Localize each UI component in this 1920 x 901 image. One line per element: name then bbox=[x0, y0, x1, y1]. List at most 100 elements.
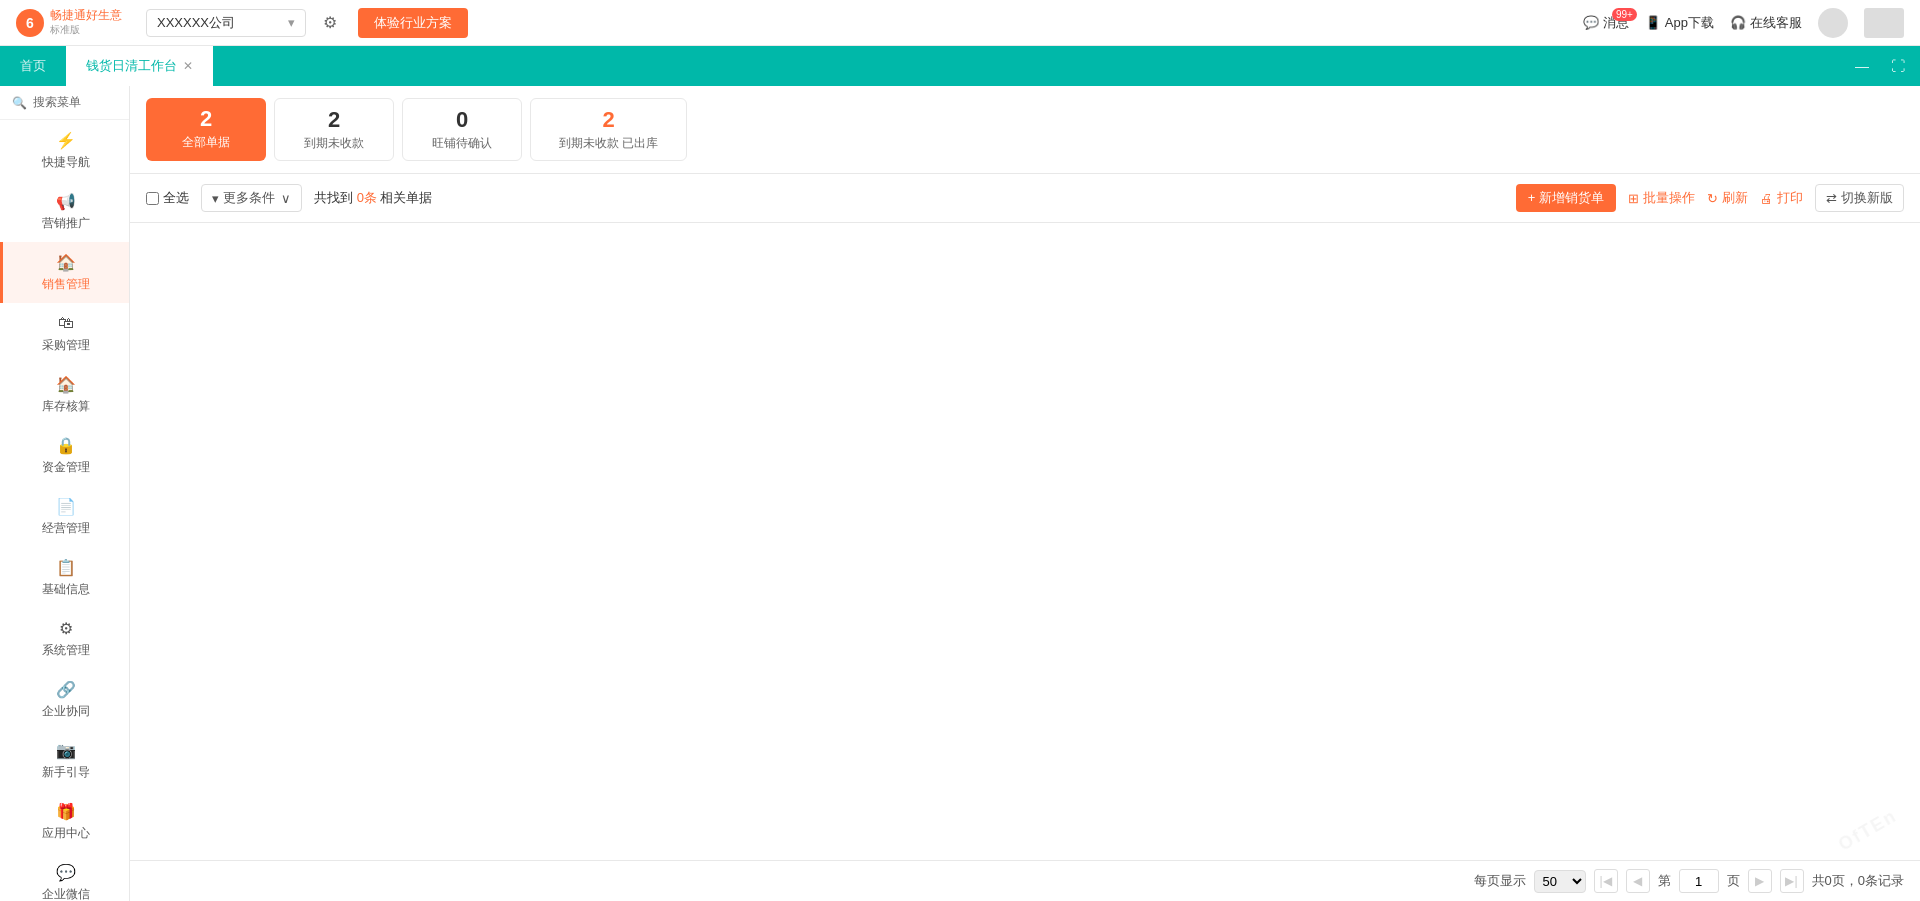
filter-icon: ▾ bbox=[212, 191, 219, 206]
sidebar-item-sales[interactable]: 🏠 销售管理 bbox=[0, 242, 129, 303]
message-btn[interactable]: 💬 消息 99+ bbox=[1583, 14, 1629, 32]
pagination-bar: 每页显示 50 20 100 |◀ ◀ 第 页 ▶ ▶| 共0页，0条记录 bbox=[130, 860, 1920, 901]
sidebar-item-finance[interactable]: 🔒 资金管理 bbox=[0, 425, 129, 486]
sales-icon: 🏠 bbox=[56, 252, 76, 272]
card-shipped-number: 2 bbox=[603, 107, 615, 133]
sidebar-item-base-info[interactable]: 📋 基础信息 bbox=[0, 547, 129, 608]
company-selector[interactable]: XXXXXX公司 ▾ bbox=[146, 9, 306, 37]
card-overdue-number: 2 bbox=[328, 107, 340, 133]
first-page-btn[interactable]: |◀ bbox=[1594, 869, 1618, 893]
sidebar-item-beginner[interactable]: 📷 新手引导 bbox=[0, 730, 129, 791]
close-tab-icon[interactable]: ✕ bbox=[183, 59, 193, 73]
message-icon: 💬 bbox=[1583, 15, 1599, 30]
found-suffix: 相关单据 bbox=[380, 190, 432, 205]
card-all-number: 2 bbox=[200, 106, 212, 132]
beginner-icon: 📷 bbox=[56, 740, 76, 760]
base-info-icon: 📋 bbox=[56, 557, 76, 577]
maximize-icon[interactable]: ⛶ bbox=[1884, 52, 1912, 80]
sidebar-item-marketing[interactable]: 📢 营销推广 bbox=[0, 181, 129, 242]
prev-page-btn[interactable]: ◀ bbox=[1626, 869, 1650, 893]
filter-btn[interactable]: ▾ 更多条件 ∨ bbox=[201, 184, 302, 212]
sidebar-item-app-center[interactable]: 🎁 应用中心 bbox=[0, 791, 129, 852]
minimize-icon[interactable]: — bbox=[1848, 52, 1876, 80]
sidebar-search[interactable]: 🔍 搜索菜单 bbox=[0, 86, 129, 120]
main-layout: 🔍 搜索菜单 ⚡ 快捷导航 📢 营销推广 🏠 销售管理 🛍 采购管理 🏠 库存核… bbox=[0, 86, 1920, 901]
sidebar-item-operations[interactable]: 📄 经营管理 bbox=[0, 486, 129, 547]
sidebar-item-purchase-label: 采购管理 bbox=[42, 337, 90, 354]
sidebar-search-label: 搜索菜单 bbox=[33, 94, 81, 111]
settings-icon[interactable]: ⚙ bbox=[314, 7, 346, 39]
page-label-suffix: 页 bbox=[1727, 872, 1740, 890]
app-center-icon: 🎁 bbox=[56, 801, 76, 821]
batch-op-btn[interactable]: ⊞ 批量操作 bbox=[1628, 189, 1695, 207]
toolbar-right: + 新增销货单 ⊞ 批量操作 ↻ 刷新 🖨 打印 ⇄ 切换新版 bbox=[1516, 184, 1904, 212]
system-icon: ⚙ bbox=[56, 618, 76, 638]
sidebar-item-quick-nav[interactable]: ⚡ 快捷导航 bbox=[0, 120, 129, 181]
per-page-select[interactable]: 50 20 100 bbox=[1534, 870, 1586, 893]
switch-icon: ⇄ bbox=[1826, 191, 1837, 206]
top-bar: 6 畅捷通好生意 标准版 XXXXXX公司 ▾ ⚙ 体验行业方案 💬 消息 99… bbox=[0, 0, 1920, 46]
card-all[interactable]: 2 全部单据 bbox=[146, 98, 266, 161]
card-all-label: 全部单据 bbox=[182, 134, 230, 151]
sidebar-item-enterprise[interactable]: 🔗 企业协同 bbox=[0, 669, 129, 730]
user-name-area[interactable] bbox=[1864, 8, 1904, 38]
switch-version-btn[interactable]: ⇄ 切换新版 bbox=[1815, 184, 1904, 212]
last-page-btn[interactable]: ▶| bbox=[1780, 869, 1804, 893]
print-btn[interactable]: 🖨 打印 bbox=[1760, 189, 1803, 207]
dropdown-arrow-icon: ▾ bbox=[288, 15, 295, 30]
sidebar-item-wechat-label: 企业微信 bbox=[42, 886, 90, 901]
online-service-btn[interactable]: 🎧 在线客服 bbox=[1730, 14, 1802, 32]
card-wangpu-label: 旺铺待确认 bbox=[432, 135, 492, 152]
sidebar-item-purchase[interactable]: 🛍 采购管理 bbox=[0, 303, 129, 364]
filter-dropdown-icon: ∨ bbox=[281, 191, 291, 206]
next-page-btn[interactable]: ▶ bbox=[1748, 869, 1772, 893]
select-all-checkbox[interactable]: 全选 bbox=[146, 189, 189, 207]
card-overdue-label: 到期未收款 bbox=[304, 135, 364, 152]
summary-cards: 2 全部单据 2 到期未收款 0 旺铺待确认 2 到期未收款 已出库 bbox=[130, 86, 1920, 174]
logo-icon: 6 bbox=[16, 9, 44, 37]
app-download-btn[interactable]: 📱 App下载 bbox=[1645, 14, 1714, 32]
headset-icon: 🎧 bbox=[1730, 15, 1746, 30]
sidebar-item-wechat[interactable]: 💬 企业微信 bbox=[0, 852, 129, 901]
tab-home[interactable]: 首页 bbox=[0, 46, 66, 86]
sidebar-item-system[interactable]: ⚙ 系统管理 bbox=[0, 608, 129, 669]
tab-home-label: 首页 bbox=[20, 57, 46, 75]
sidebar-item-base-info-label: 基础信息 bbox=[42, 581, 90, 598]
online-service-label: 在线客服 bbox=[1750, 14, 1802, 32]
enterprise-icon: 🔗 bbox=[56, 679, 76, 699]
tab-work-bench[interactable]: 钱货日清工作台 ✕ bbox=[66, 46, 213, 86]
sidebar-item-app-center-label: 应用中心 bbox=[42, 825, 90, 842]
app-download-label: App下载 bbox=[1665, 14, 1714, 32]
avatar[interactable] bbox=[1818, 8, 1848, 38]
page-input[interactable] bbox=[1679, 869, 1719, 893]
sidebar: 🔍 搜索菜单 ⚡ 快捷导航 📢 营销推广 🏠 销售管理 🛍 采购管理 🏠 库存核… bbox=[0, 86, 130, 901]
sidebar-item-inventory-label: 库存核算 bbox=[42, 398, 90, 415]
refresh-icon: ↻ bbox=[1707, 191, 1718, 206]
marketing-icon: 📢 bbox=[56, 191, 76, 211]
sidebar-item-marketing-label: 营销推广 bbox=[42, 215, 90, 232]
sidebar-item-inventory[interactable]: 🏠 库存核算 bbox=[0, 364, 129, 425]
wechat-icon: 💬 bbox=[56, 862, 76, 882]
add-sale-btn[interactable]: + 新增销货单 bbox=[1516, 184, 1616, 212]
card-wangpu-number: 0 bbox=[456, 107, 468, 133]
select-all-input[interactable] bbox=[146, 192, 159, 205]
total-info: 共0页，0条记录 bbox=[1812, 872, 1904, 890]
purchase-icon: 🛍 bbox=[56, 313, 76, 333]
card-shipped[interactable]: 2 到期未收款 已出库 bbox=[530, 98, 687, 161]
message-badge: 99+ bbox=[1612, 8, 1637, 21]
download-icon: 📱 bbox=[1645, 15, 1661, 30]
sidebar-item-sales-label: 销售管理 bbox=[42, 276, 90, 293]
quick-nav-icon: ⚡ bbox=[56, 130, 76, 150]
card-overdue[interactable]: 2 到期未收款 bbox=[274, 98, 394, 161]
refresh-btn[interactable]: ↻ 刷新 bbox=[1707, 189, 1748, 207]
experience-btn[interactable]: 体验行业方案 bbox=[358, 8, 468, 38]
search-icon: 🔍 bbox=[12, 96, 27, 110]
sidebar-item-operations-label: 经营管理 bbox=[42, 520, 90, 537]
sidebar-item-beginner-label: 新手引导 bbox=[42, 764, 90, 781]
toolbar: 全选 ▾ 更多条件 ∨ 共找到 0条 相关单据 + 新增销货单 ⊞ 批量操作 ↻ bbox=[130, 174, 1920, 223]
card-wangpu[interactable]: 0 旺铺待确认 bbox=[402, 98, 522, 161]
top-right-actions: 💬 消息 99+ 📱 App下载 🎧 在线客服 bbox=[1583, 8, 1904, 38]
found-prefix: 共找到 bbox=[314, 190, 353, 205]
print-icon: 🖨 bbox=[1760, 191, 1773, 206]
tab-work-bench-label: 钱货日清工作台 bbox=[86, 57, 177, 75]
